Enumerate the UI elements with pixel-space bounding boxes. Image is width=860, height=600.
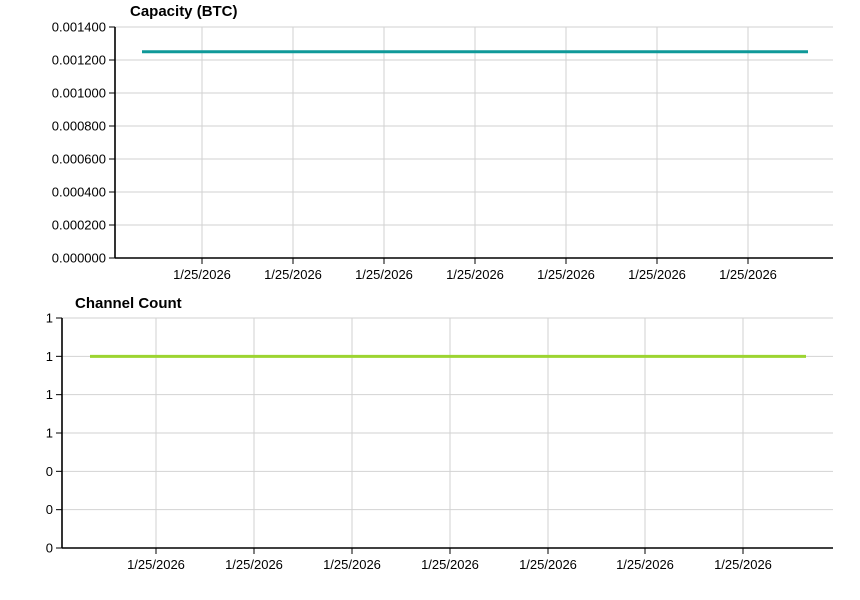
y-tick-label: 1 bbox=[46, 311, 53, 326]
x-tick-label: 1/25/2026 bbox=[173, 267, 231, 282]
y-tick-label: 0 bbox=[46, 502, 53, 517]
x-tick-label: 1/25/2026 bbox=[519, 557, 577, 572]
x-tick-label: 1/25/2026 bbox=[225, 557, 283, 572]
x-tick-label: 1/25/2026 bbox=[628, 267, 686, 282]
x-tick-label: 1/25/2026 bbox=[714, 557, 772, 572]
capacity-chart: Capacity (BTC) 0.0014000.0012000.0010000… bbox=[0, 0, 860, 293]
x-tick-label: 1/25/2026 bbox=[446, 267, 504, 282]
y-tick-label: 0.001200 bbox=[52, 53, 106, 68]
y-tick-label: 0.001400 bbox=[52, 20, 106, 35]
y-tick-label: 1 bbox=[46, 426, 53, 441]
y-tick-label: 1 bbox=[46, 349, 53, 364]
channel-count-chart: Channel Count 11110001/25/20261/25/20261… bbox=[0, 293, 860, 600]
x-tick-label: 1/25/2026 bbox=[421, 557, 479, 572]
y-tick-label: 0.001000 bbox=[52, 86, 106, 101]
channel-count-chart-plot-area: 1 1 1 1 0 0 0 1/25/2026 1/25/2026 1/25/2026 1/25/2… bbox=[0, 293, 860, 600]
y-tick-label: 0.000000 bbox=[52, 251, 106, 266]
y-tick-label: 0.000600 bbox=[52, 152, 106, 167]
dashboard-page: Capacity (BTC) 0.0014000.0012000.0010000… bbox=[0, 0, 860, 600]
capacity-chart-plot-area: 0.001400 0.001200 0.001000 0.000800 0.000600… bbox=[0, 0, 860, 293]
y-tick-label: 1 bbox=[46, 387, 53, 402]
y-tick-label: 0 bbox=[46, 541, 53, 556]
x-tick-label: 1/25/2026 bbox=[355, 267, 413, 282]
y-tick-label: 0.000400 bbox=[52, 185, 106, 200]
x-tick-label: 1/25/2026 bbox=[616, 557, 674, 572]
x-tick-label: 1/25/2026 bbox=[264, 267, 322, 282]
y-tick-label: 0.000200 bbox=[52, 218, 106, 233]
x-tick-label: 1/25/2026 bbox=[127, 557, 185, 572]
x-tick-label: 1/25/2026 bbox=[719, 267, 777, 282]
x-tick-label: 1/25/2026 bbox=[323, 557, 381, 572]
x-tick-label: 1/25/2026 bbox=[537, 267, 595, 282]
y-tick-label: 0 bbox=[46, 464, 53, 479]
y-tick-label: 0.000800 bbox=[52, 119, 106, 134]
